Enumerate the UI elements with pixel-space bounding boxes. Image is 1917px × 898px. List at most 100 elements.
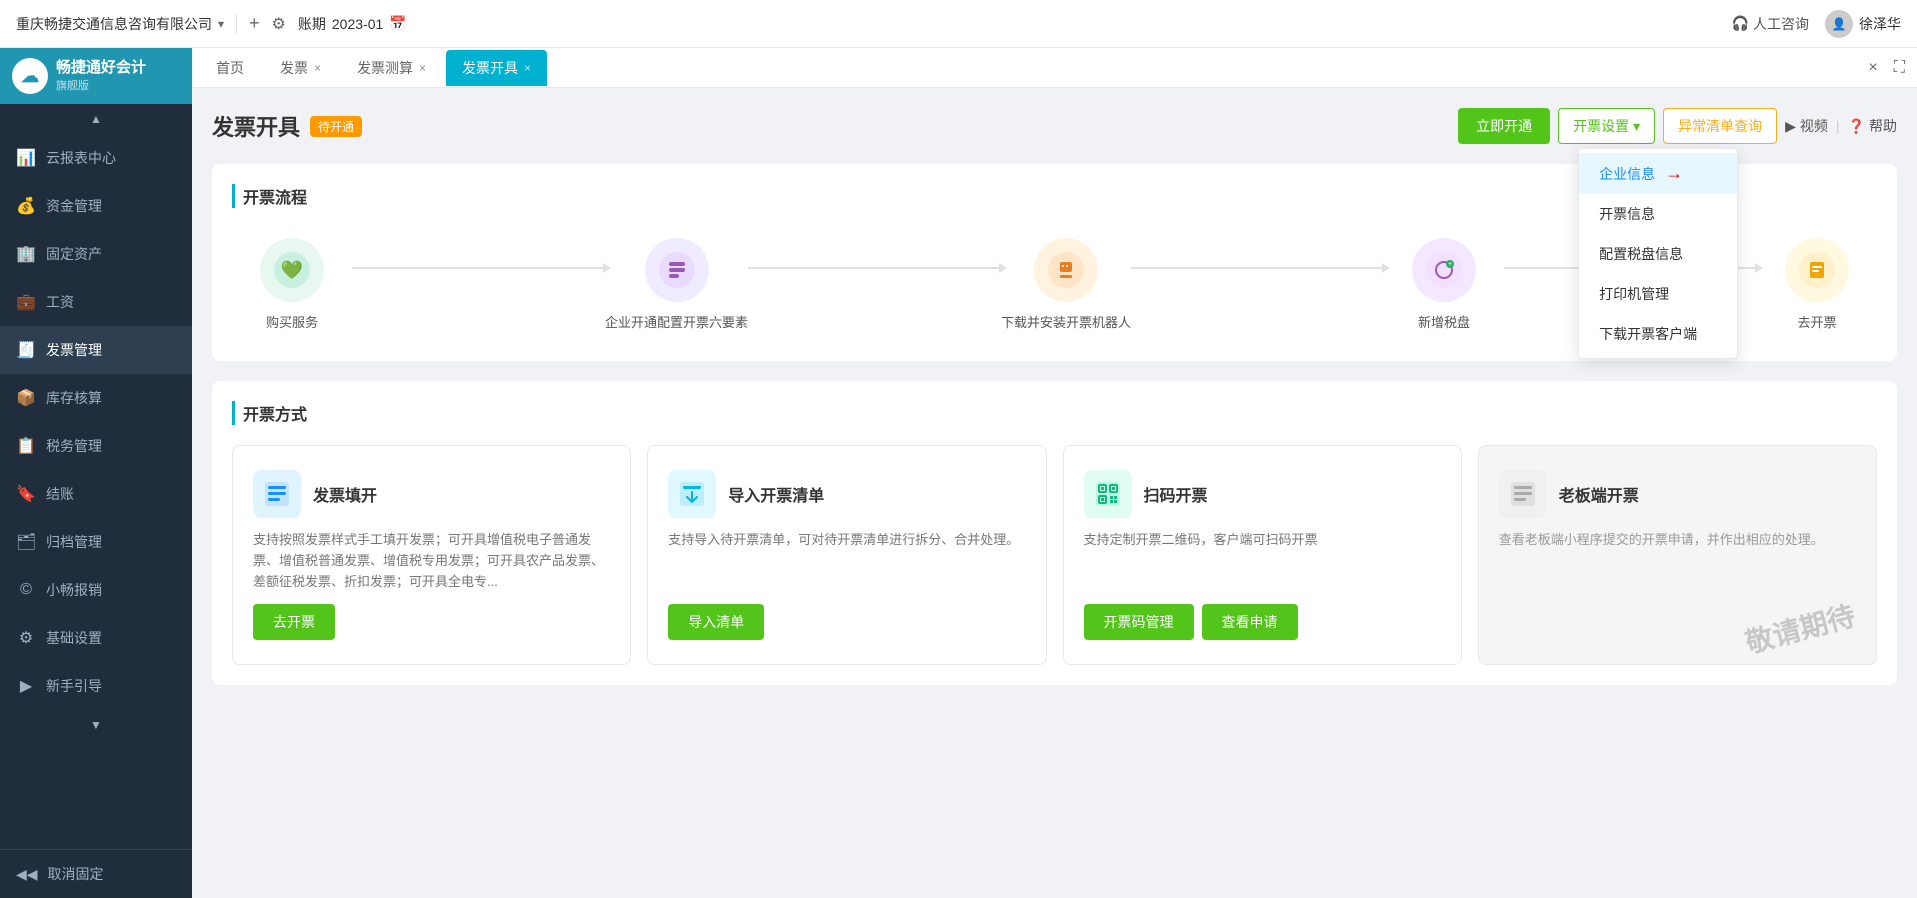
activate-button[interactable]: 立即开通 (1458, 108, 1550, 144)
sidebar-label-finance: 资金管理 (46, 196, 102, 216)
method-fill-title: 发票填开 (313, 482, 377, 506)
sidebar-item-inventory[interactable]: 📦 库存核算 (0, 374, 192, 422)
sidebar-item-payroll[interactable]: 💼 工资 (0, 278, 192, 326)
methods-grid: 发票填开 支持按照发票样式手工填开发票；可开具增值税电子普通发票、增值税普通发票… (232, 445, 1877, 665)
qrcode-manage-button[interactable]: 开票码管理 (1084, 604, 1194, 640)
method-boss-icon (1499, 470, 1547, 518)
dropdown-label-tax-config: 配置税盘信息 (1599, 244, 1683, 264)
method-card-boss: 老板端开票 查看老板端小程序提交的开票申请，并作出相应的处理。 敬请期待 (1478, 445, 1877, 665)
sidebar-item-reports[interactable]: 📊 云报表中心 (0, 134, 192, 182)
user-info[interactable]: 👤 徐泽华 (1825, 10, 1901, 38)
settings-dropdown-button[interactable]: 开票设置 ▾ (1558, 108, 1655, 144)
method-scan-title: 扫码开票 (1144, 482, 1208, 506)
page-header: 发票开具 待开通 立即开通 开票设置 ▾ 异常清单查询 ▶ 视频 | ❓ (212, 108, 1897, 144)
dropdown-item-invoice-info[interactable]: 开票信息 (1579, 194, 1737, 234)
page-actions: 立即开通 开票设置 ▾ 异常清单查询 ▶ 视频 | ❓ 帮助 (1458, 108, 1897, 144)
method-card-import: 导入开票清单 支持导入待开票清单，可对待开票清单进行拆分、合并处理。 导入清单 (647, 445, 1046, 665)
sidebar-item-settlement[interactable]: 🔖 结账 (0, 470, 192, 518)
help-label: 帮助 (1869, 116, 1897, 136)
sidebar-scroll-down[interactable]: ▼ (0, 710, 192, 740)
reports-icon: 📊 (16, 148, 36, 168)
sidebar-label-reports: 云报表中心 (46, 148, 116, 168)
calendar-icon[interactable]: 📅 (389, 15, 406, 32)
sidebar-item-invoice[interactable]: 🧾 发票管理 (0, 326, 192, 374)
tab-invoice-close[interactable]: × (314, 61, 321, 75)
page-content: 发票开具 待开通 立即开通 开票设置 ▾ 异常清单查询 ▶ 视频 | ❓ (192, 88, 1917, 898)
dropdown-label-printer: 打印机管理 (1599, 284, 1669, 304)
sidebar-item-tax[interactable]: 📋 税务管理 (0, 422, 192, 470)
sidebar-label-report2: 小畅报销 (46, 580, 102, 600)
tab-home-label: 首页 (216, 58, 244, 78)
sidebar-item-archive[interactable]: 🗂 归档管理 (0, 518, 192, 566)
top-bar: 重庆畅捷交通信息咨询有限公司 ▾ + ⚙ 账期 2023-01 📅 🎧 人工咨询… (0, 0, 1917, 48)
scan-buttons: 开票码管理 查看申请 (1084, 604, 1441, 640)
method-import-header: 导入开票清单 (668, 470, 1025, 518)
sidebar-label-archive: 归档管理 (46, 532, 102, 552)
tab-home[interactable]: 首页 (200, 50, 260, 86)
fill-invoice-button[interactable]: 去开票 (253, 604, 335, 640)
dropdown-item-tax-config[interactable]: 配置税盘信息 (1579, 234, 1737, 274)
settings-gear-icon[interactable]: ⚙ (272, 14, 286, 34)
dropdown-item-company-info[interactable]: 企业信息 → (1579, 153, 1737, 194)
abnormal-button[interactable]: 异常清单查询 (1663, 108, 1777, 144)
methods-section-title: 开票方式 (232, 401, 1877, 425)
tab-invoice[interactable]: 发票 × (264, 50, 337, 86)
dropdown-label-company-info: 企业信息 (1599, 164, 1655, 184)
video-button[interactable]: ▶ 视频 (1785, 116, 1828, 136)
view-application-button[interactable]: 查看申请 (1202, 604, 1298, 640)
top-bar-right: 🎧 人工咨询 👤 徐泽华 (1732, 10, 1901, 38)
sidebar-item-guide[interactable]: ▶ 新手引导 (0, 662, 192, 710)
sidebar-item-finance[interactable]: 💰 资金管理 (0, 182, 192, 230)
step-issue-icon (1785, 238, 1849, 302)
tab-invoice-issue[interactable]: 发票开具 × (446, 50, 547, 86)
sidebar-bottom: ◀◀ 取消固定 (0, 849, 192, 898)
maximize-window-button[interactable]: ⛶ (1890, 55, 1909, 81)
assets-icon: 🏢 (16, 244, 36, 264)
step-install-icon (1034, 238, 1098, 302)
sidebar-item-assets[interactable]: 🏢 固定资产 (0, 230, 192, 278)
method-card-fill: 发票填开 支持按照发票样式手工填开发票；可开具增值税电子普通发票、增值税普通发票… (232, 445, 631, 665)
logo-text: 畅捷通好会计 (56, 59, 146, 77)
method-boss-desc: 查看老板端小程序提交的开票申请，并作出相应的处理。 (1499, 530, 1856, 551)
sidebar-scroll-up[interactable]: ▲ (0, 104, 192, 134)
add-tab-button[interactable]: + (249, 13, 260, 34)
tab-invoice-test[interactable]: 发票测算 × (341, 50, 442, 86)
close-window-button[interactable]: × (1864, 55, 1881, 81)
settings-dropdown-menu: 企业信息 → 开票信息 配置税盘信息 打印机管理 下 (1578, 148, 1738, 359)
content-area: 首页 发票 × 发票测算 × 发票开具 × × ⛶ 发票开具 (192, 48, 1917, 898)
method-boss-title: 老板端开票 (1559, 482, 1639, 506)
step-config-icon (645, 238, 709, 302)
dropdown-item-download-client[interactable]: 下载开票客户端 (1579, 314, 1737, 354)
logo-icon: ☁ (12, 58, 48, 94)
sidebar-label-settings: 基础设置 (46, 628, 102, 648)
method-import-desc: 支持导入待开票清单，可对待开票清单进行拆分、合并处理。 (668, 530, 1025, 551)
sidebar-label-inventory: 库存核算 (46, 388, 102, 408)
report2-icon: © (16, 581, 36, 599)
account-period: 账期 2023-01 📅 (298, 14, 407, 34)
company-selector[interactable]: 重庆畅捷交通信息咨询有限公司 ▾ (16, 14, 224, 34)
archive-icon: 🗂 (16, 532, 36, 552)
cancel-pin-label: 取消固定 (48, 864, 104, 884)
method-import-title: 导入开票清单 (728, 482, 824, 506)
dropdown-item-printer[interactable]: 打印机管理 (1579, 274, 1737, 314)
method-scan-header: 扫码开票 (1084, 470, 1441, 518)
service-button[interactable]: 🎧 人工咨询 (1732, 14, 1809, 34)
import-list-button[interactable]: 导入清单 (668, 604, 764, 640)
avatar: 👤 (1825, 10, 1853, 38)
step-install-label: 下载并安装开票机器人 (1001, 312, 1131, 331)
method-import-icon (668, 470, 716, 518)
tab-invoice-test-close[interactable]: × (419, 61, 426, 75)
chevron-down-icon: ▾ (218, 17, 224, 31)
cancel-pin-button[interactable]: ◀◀ 取消固定 (0, 850, 192, 898)
method-fill-desc: 支持按照发票样式手工填开发票；可开具增值税电子普通发票、增值税普通发票、增值税专… (253, 530, 610, 592)
help-button[interactable]: ❓ 帮助 (1848, 116, 1897, 136)
play-icon: ▶ (1785, 118, 1796, 135)
red-arrow-icon: → (1665, 163, 1683, 184)
sidebar-item-settings[interactable]: ⚙ 基础设置 (0, 614, 192, 662)
page-title: 发票开具 (212, 110, 300, 142)
step-connector-3 (1131, 267, 1384, 269)
sidebar-label-settlement: 结账 (46, 484, 74, 504)
inventory-icon: 📦 (16, 388, 36, 408)
sidebar-item-report2[interactable]: © 小畅报销 (0, 566, 192, 614)
tab-invoice-issue-close[interactable]: × (524, 61, 531, 75)
